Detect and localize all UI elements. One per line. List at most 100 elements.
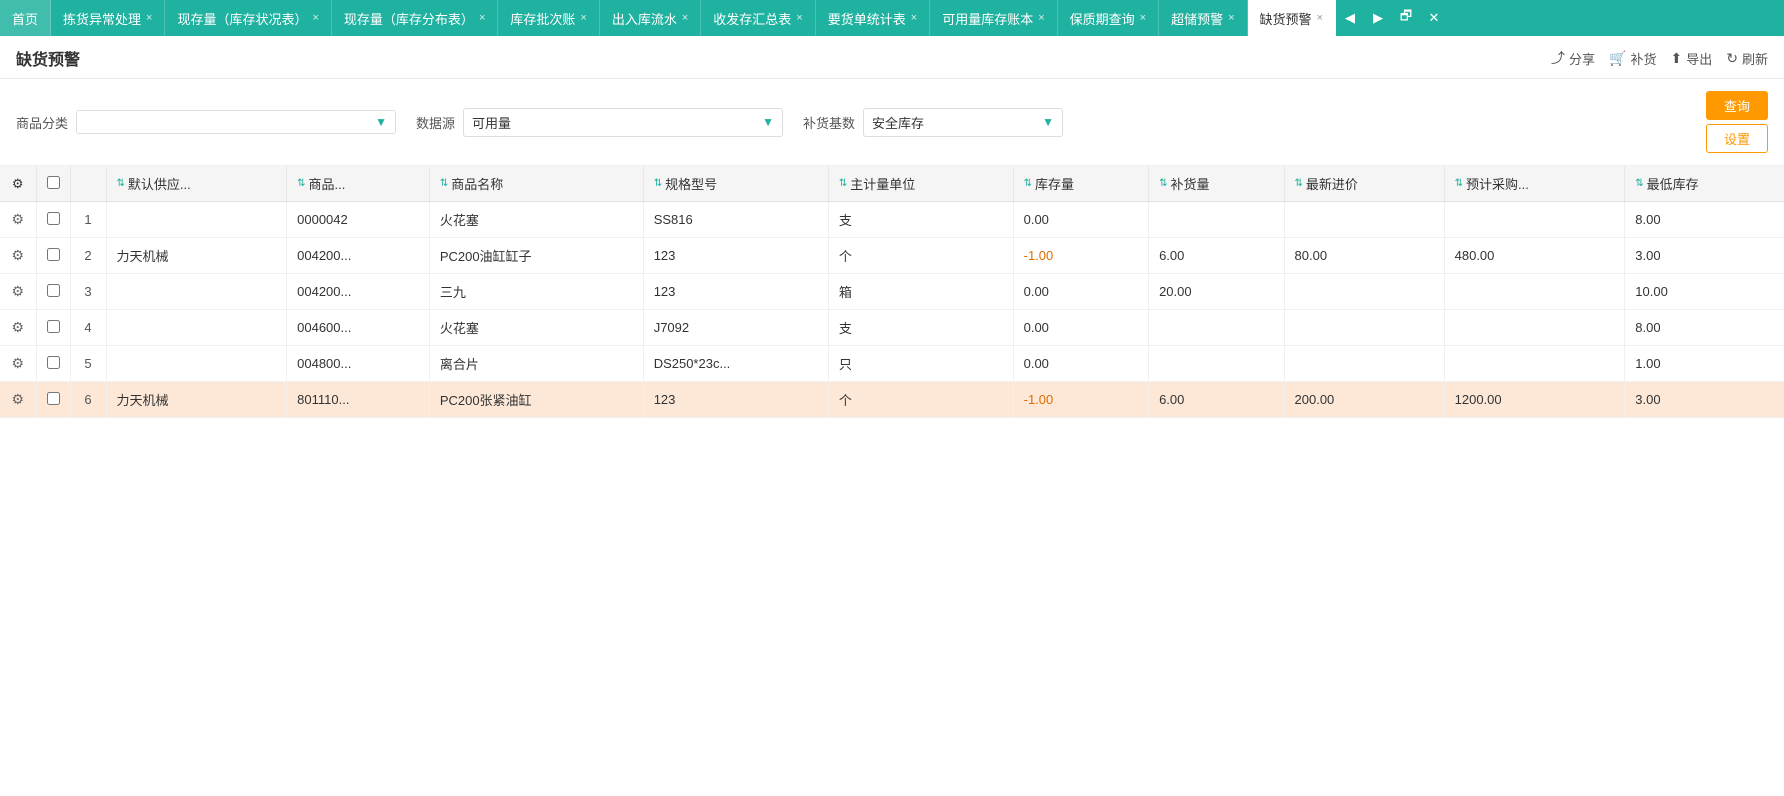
tab-close-btn[interactable]: ✕ <box>1420 0 1448 36</box>
row-number: 1 <box>70 202 106 238</box>
row-min-stock: 8.00 <box>1625 202 1784 238</box>
row-unit: 个 <box>828 382 1013 418</box>
close-tab-overstock[interactable]: × <box>1228 12 1234 24</box>
row-checkbox-cell[interactable] <box>36 310 70 346</box>
tab-inventory-status[interactable]: 现存量（库存状况表） × <box>165 0 331 36</box>
close-tab-inventory-status[interactable]: × <box>312 12 318 24</box>
row-product-name: 离合片 <box>429 346 643 382</box>
col-latest-price[interactable]: ⇅ 最新进价 <box>1284 166 1444 202</box>
col-checkbox[interactable] <box>36 166 70 202</box>
row-checkbox[interactable] <box>47 284 60 297</box>
row-restock-qty: 20.00 <box>1149 274 1284 310</box>
filter-group-category: 商品分类 ▼ <box>16 110 396 134</box>
tab-exception[interactable]: 拣货异常处理 × <box>51 0 165 36</box>
tab-expiry-query[interactable]: 保质期查询 × <box>1058 0 1159 36</box>
col-default-supplier[interactable]: ⇅ 默认供应... <box>106 166 287 202</box>
col-min-stock[interactable]: ⇅ 最低库存 <box>1625 166 1784 202</box>
row-checkbox-cell[interactable] <box>36 382 70 418</box>
row-stock-qty: 0.00 <box>1013 202 1148 238</box>
table-body: ⚙ 1 0000042 火花塞 SS816 支 0.00 8.00 ⚙ 2 力天… <box>0 202 1784 418</box>
tab-restore-btn[interactable]: 🗗 <box>1392 0 1420 36</box>
tab-overstock[interactable]: 超储预警 × <box>1159 0 1247 36</box>
row-checkbox-cell[interactable] <box>36 238 70 274</box>
row-gear-icon[interactable]: ⚙ <box>11 247 24 263</box>
datasource-select[interactable]: 可用量 ▼ <box>463 108 783 137</box>
row-checkbox[interactable] <box>47 392 60 405</box>
share-icon: ⤴ <box>1551 48 1565 68</box>
col-gear[interactable]: ⚙ <box>0 166 36 202</box>
row-gear-cell: ⚙ <box>0 382 36 418</box>
close-tab-shortage[interactable]: × <box>1317 12 1323 24</box>
filter-group-restock-base: 补货基数 安全库存 ▼ <box>803 108 1063 137</box>
row-checkbox[interactable] <box>47 356 60 369</box>
restock-base-selected-value: 安全库存 <box>872 113 924 132</box>
row-restock-qty: 6.00 <box>1149 382 1284 418</box>
tab-bar: 首页 拣货异常处理 × 现存量（库存状况表） × 现存量（库存分布表） × 库存… <box>0 0 1784 36</box>
close-tab-expiry-query[interactable]: × <box>1140 12 1146 24</box>
close-tab-inventory-dist[interactable]: × <box>479 12 485 24</box>
row-gear-cell: ⚙ <box>0 274 36 310</box>
close-tab-order-stats[interactable]: × <box>911 12 917 24</box>
row-estimated-purchase <box>1444 346 1625 382</box>
row-estimated-purchase <box>1444 202 1625 238</box>
row-estimated-purchase: 1200.00 <box>1444 382 1625 418</box>
restock-icon: 🛒 <box>1609 50 1626 67</box>
tab-receipt-summary[interactable]: 收发存汇总表 × <box>701 0 815 36</box>
row-min-stock: 3.00 <box>1625 382 1784 418</box>
close-tab-inout-flow[interactable]: × <box>682 12 688 24</box>
row-checkbox-cell[interactable] <box>36 274 70 310</box>
row-checkbox[interactable] <box>47 248 60 261</box>
row-checkbox[interactable] <box>47 212 60 225</box>
col-unit[interactable]: ⇅ 主计量单位 <box>828 166 1013 202</box>
row-checkbox[interactable] <box>47 320 60 333</box>
settings-button[interactable]: 设置 <box>1706 124 1768 153</box>
row-gear-icon[interactable]: ⚙ <box>11 391 24 407</box>
row-unit: 只 <box>828 346 1013 382</box>
tab-order-stats[interactable]: 要货单统计表 × <box>816 0 930 36</box>
tab-nav-next[interactable]: ▶ <box>1364 0 1392 36</box>
refresh-button[interactable]: ↻ 刷新 <box>1726 49 1768 68</box>
tab-available-ledger[interactable]: 可用量库存账本 × <box>930 0 1057 36</box>
row-checkbox-cell[interactable] <box>36 346 70 382</box>
tab-inventory-dist[interactable]: 现存量（库存分布表） × <box>332 0 498 36</box>
row-gear-icon[interactable]: ⚙ <box>11 355 24 371</box>
row-product-code: 004800... <box>287 346 430 382</box>
row-gear-cell: ⚙ <box>0 202 36 238</box>
close-tab-exception[interactable]: × <box>146 12 152 24</box>
sort-icon-price: ⇅ <box>1295 178 1303 189</box>
col-stock-qty[interactable]: ⇅ 库存量 <box>1013 166 1148 202</box>
row-restock-qty <box>1149 310 1284 346</box>
row-latest-price <box>1284 310 1444 346</box>
col-product-code[interactable]: ⇅ 商品... <box>287 166 430 202</box>
tab-home[interactable]: 首页 <box>0 0 51 36</box>
select-all-checkbox[interactable] <box>47 176 60 189</box>
tab-shortage[interactable]: 缺货预警 × <box>1248 0 1336 36</box>
tab-inout-flow[interactable]: 出入库流水 × <box>600 0 701 36</box>
restock-button[interactable]: 🛒 补货 <box>1609 49 1656 68</box>
row-gear-icon[interactable]: ⚙ <box>11 211 24 227</box>
row-spec: 123 <box>643 238 828 274</box>
tab-nav-prev[interactable]: ◀ <box>1336 0 1364 36</box>
refresh-icon: ↻ <box>1726 50 1738 67</box>
col-estimated-purchase[interactable]: ⇅ 预计采购... <box>1444 166 1625 202</box>
row-checkbox-cell[interactable] <box>36 202 70 238</box>
col-restock-qty[interactable]: ⇅ 补货量 <box>1149 166 1284 202</box>
row-gear-icon[interactable]: ⚙ <box>11 319 24 335</box>
tab-batch-account[interactable]: 库存批次账 × <box>498 0 599 36</box>
sort-icon-spec: ⇅ <box>654 178 662 189</box>
col-spec[interactable]: ⇅ 规格型号 <box>643 166 828 202</box>
share-button[interactable]: ⤴ 分享 <box>1551 48 1595 68</box>
query-button[interactable]: 查询 <box>1706 91 1768 120</box>
row-stock-qty: 0.00 <box>1013 274 1148 310</box>
category-select[interactable]: ▼ <box>76 110 396 134</box>
table-row: ⚙ 3 004200... 三九 123 箱 0.00 20.00 10.00 <box>0 274 1784 310</box>
close-tab-available-ledger[interactable]: × <box>1038 12 1044 24</box>
col-product-name[interactable]: ⇅ 商品名称 <box>429 166 643 202</box>
sort-icon-estimated: ⇅ <box>1455 178 1463 189</box>
row-spec: DS250*23c... <box>643 346 828 382</box>
export-button[interactable]: ⬆ 导出 <box>1671 49 1713 68</box>
row-gear-icon[interactable]: ⚙ <box>11 283 24 299</box>
close-tab-batch-account[interactable]: × <box>580 12 586 24</box>
close-tab-receipt-summary[interactable]: × <box>796 12 802 24</box>
restock-base-select[interactable]: 安全库存 ▼ <box>863 108 1063 137</box>
